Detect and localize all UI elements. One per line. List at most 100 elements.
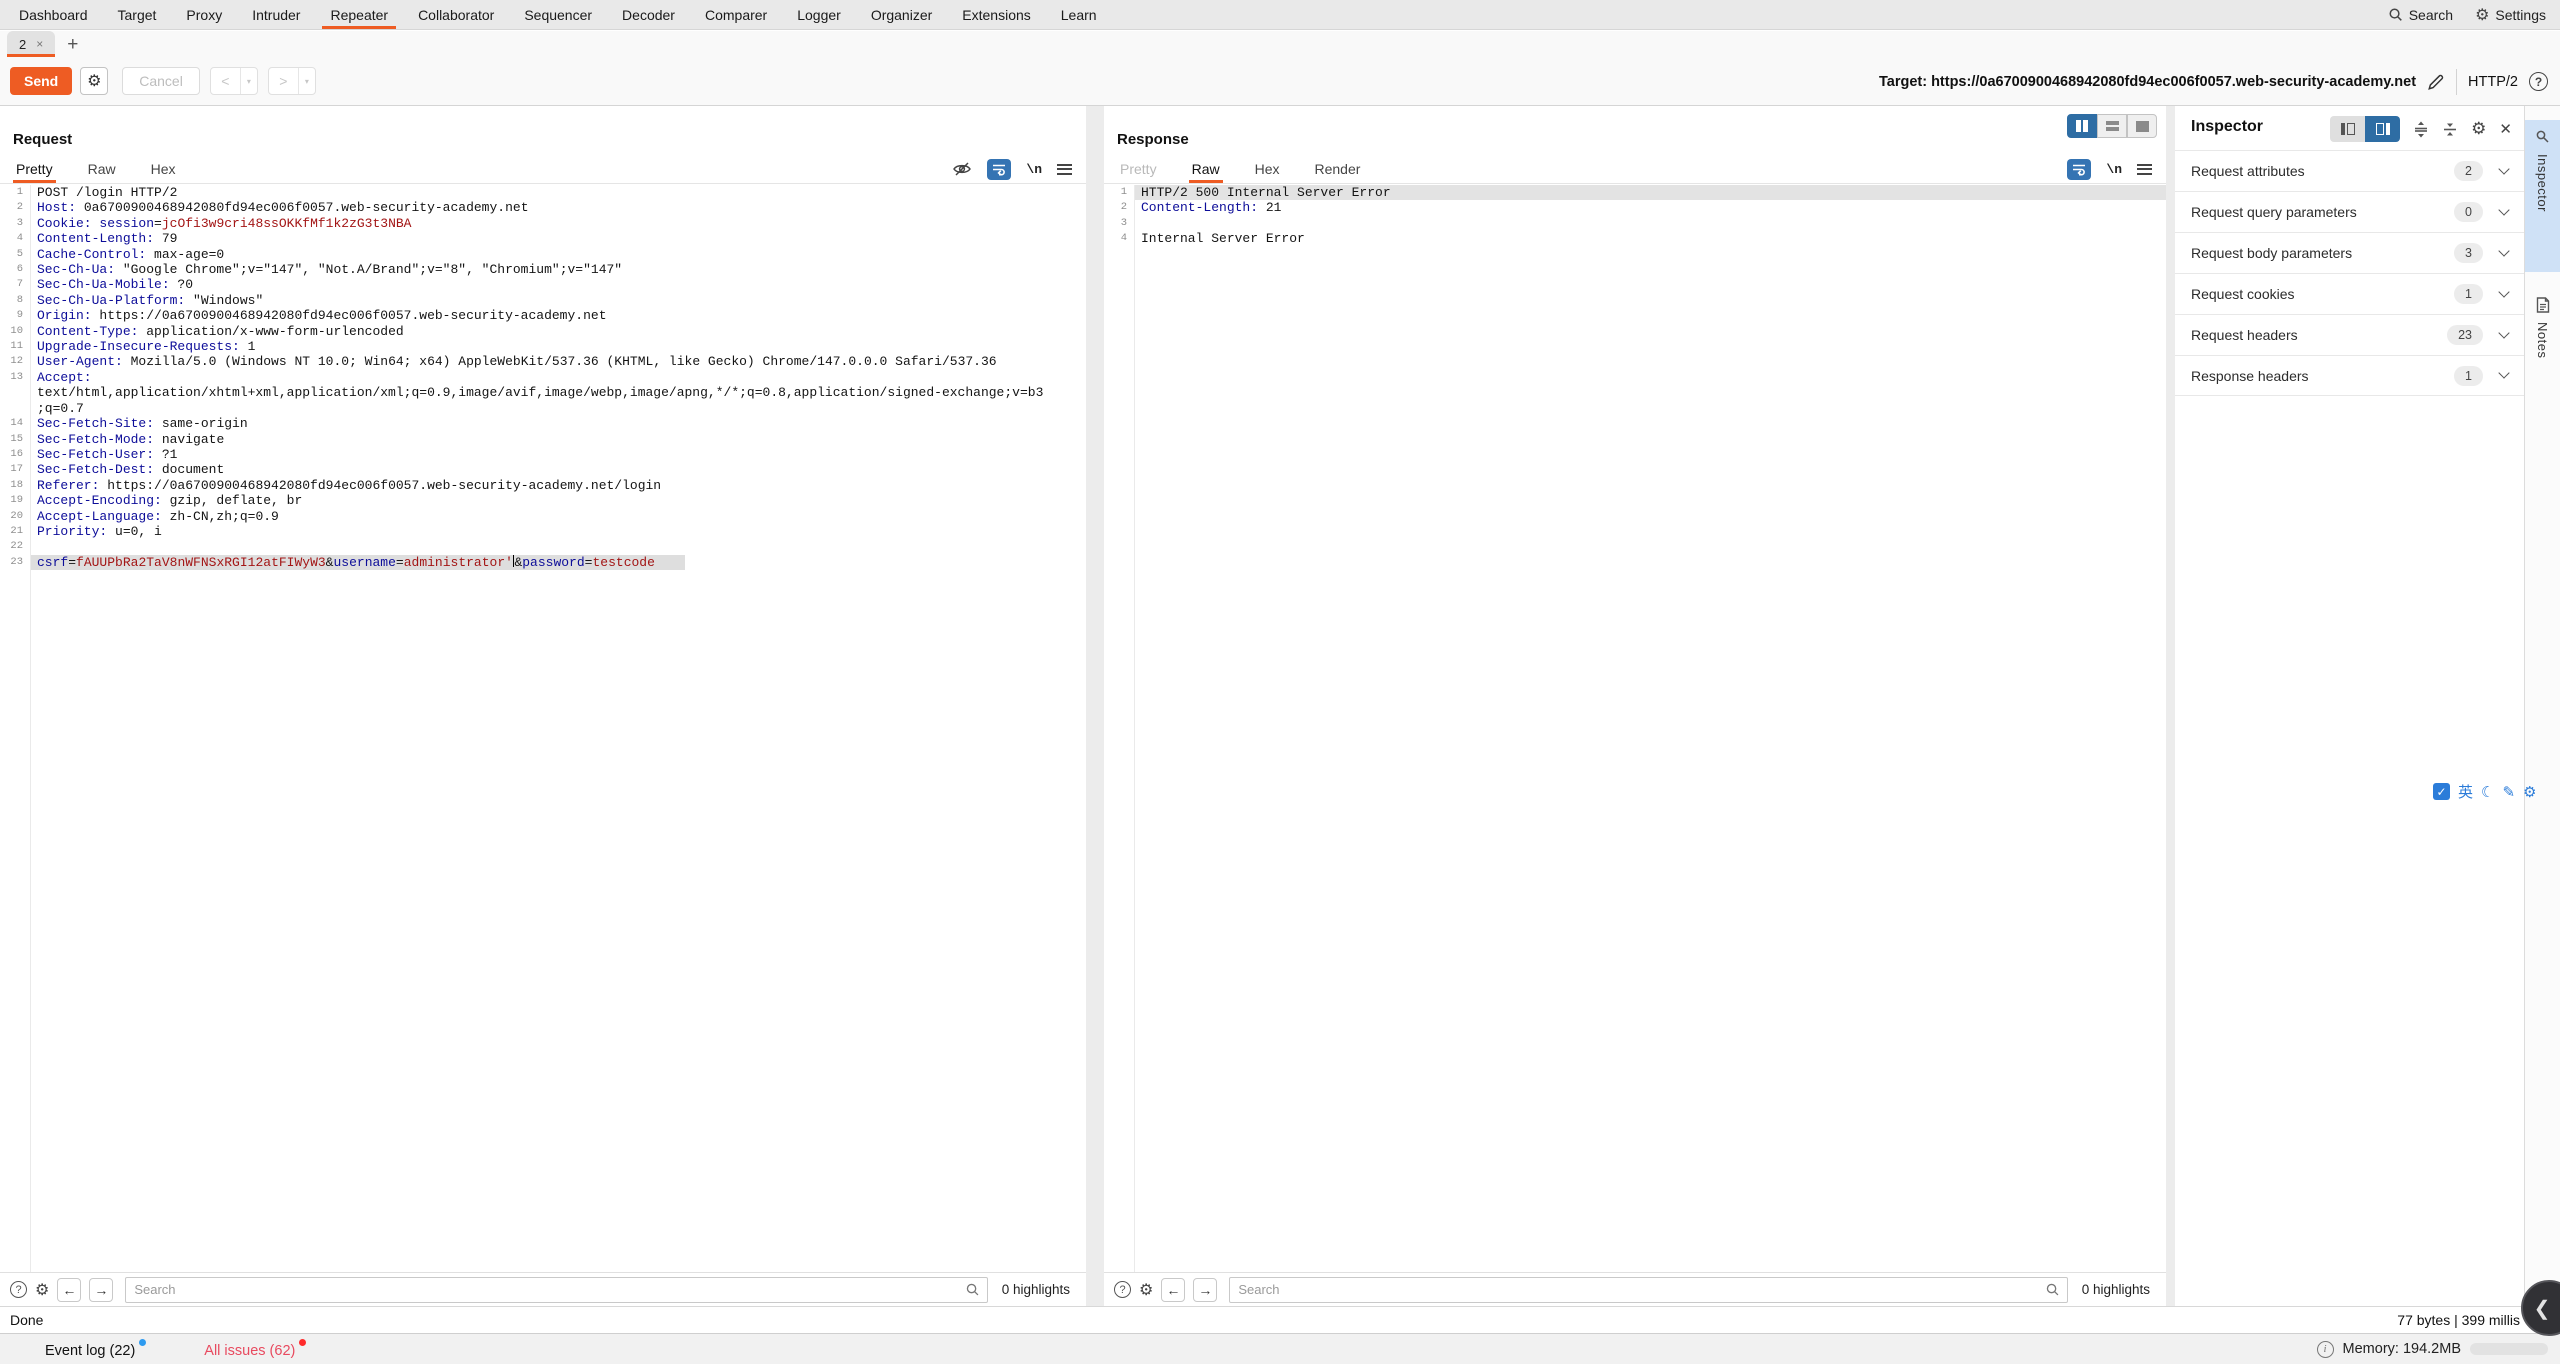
inspector-section-request-body-parameters[interactable]: Request body parameters 3 <box>2175 232 2524 273</box>
editor-line[interactable]: 1 POST /login HTTP/2 <box>0 185 1086 200</box>
inspector-section-response-headers[interactable]: Response headers 1 <box>2175 355 2524 396</box>
info-icon[interactable]: i <box>2316 1340 2334 1358</box>
send-settings-button[interactable]: ⚙ <box>80 67 109 95</box>
inspector-section-request-headers[interactable]: Request headers 23 <box>2175 314 2524 355</box>
search-help-icon[interactable]: ? <box>10 1281 27 1298</box>
search-next-button[interactable]: → <box>89 1277 114 1302</box>
forward-dropdown-icon[interactable]: ▾ <box>297 68 315 94</box>
event-log-link[interactable]: Event log (22) <box>45 1339 147 1359</box>
cancel-button[interactable]: Cancel <box>122 67 200 95</box>
tab-hex[interactable]: Hex <box>1252 155 1283 183</box>
ime-mode-icon[interactable]: ☾ <box>2481 783 2494 801</box>
menu-item-dashboard[interactable]: Dashboard <box>4 0 103 29</box>
ime-state-icon[interactable]: ✓ <box>2433 783 2450 800</box>
editor-line[interactable]: 11 Upgrade-Insecure-Requests: 1 <box>0 339 1086 354</box>
tab-render[interactable]: Render <box>1312 155 1364 183</box>
inspector-dock-right-button[interactable] <box>2365 116 2401 142</box>
word-wrap-toggle[interactable] <box>2067 158 2092 180</box>
menu-item-organizer[interactable]: Organizer <box>856 0 947 29</box>
tab-raw[interactable]: Raw <box>1188 155 1223 183</box>
search-settings-icon[interactable]: ⚙ <box>35 1280 49 1300</box>
editor-line[interactable]: 21 Priority: u=0, i <box>0 524 1086 539</box>
editor-menu-icon[interactable] <box>2137 163 2152 175</box>
editor-line[interactable]: 16 Sec-Fetch-User: ?1 <box>0 447 1086 462</box>
tab-pretty[interactable]: Pretty <box>1117 155 1160 183</box>
editor-line[interactable]: 17 Sec-Fetch-Dest: document <box>0 462 1086 477</box>
search-next-button[interactable]: → <box>1193 1277 1218 1302</box>
editor-line[interactable]: 6 Sec-Ch-Ua: "Google Chrome";v="147", "No… <box>0 262 1086 277</box>
menu-item-repeater[interactable]: Repeater <box>315 0 403 29</box>
editor-line[interactable]: text/html,application/xhtml+xml,applicat… <box>0 385 1086 400</box>
tab-raw[interactable]: Raw <box>85 155 119 183</box>
editor-line[interactable]: 8 Sec-Ch-Ua-Platform: "Windows" <box>0 293 1086 308</box>
drawer-tab-inspector[interactable]: Inspector <box>2525 120 2560 272</box>
inspector-section-request-query-parameters[interactable]: Request query parameters 0 <box>2175 191 2524 232</box>
inspector-dock-left-button[interactable] <box>2330 116 2366 142</box>
editor-line[interactable]: 7 Sec-Ch-Ua-Mobile: ?0 <box>0 277 1086 292</box>
panel-splitter[interactable] <box>1086 106 1104 1306</box>
collapse-all-icon[interactable] <box>2442 121 2458 138</box>
editor-line[interactable]: 12 User-Agent: Mozilla/5.0 (Windows NT 10… <box>0 354 1086 369</box>
editor-line[interactable]: 2 Content-Length: 21 <box>1104 200 2166 215</box>
inspector-close-icon[interactable]: ✕ <box>2499 120 2512 138</box>
session-tab-2[interactable]: 2 × <box>7 31 56 57</box>
editor-line[interactable]: 18 Referer: https://0a6700900468942080fd9… <box>0 478 1086 493</box>
panel-splitter[interactable] <box>2166 106 2175 1306</box>
menu-item-intruder[interactable]: Intruder <box>237 0 315 29</box>
editor-line[interactable]: 13 Accept: <box>0 370 1086 385</box>
editor-line[interactable]: 5 Cache-Control: max-age=0 <box>0 247 1086 262</box>
tab-pretty[interactable]: Pretty <box>13 155 56 183</box>
ime-settings-icon[interactable]: ⚙ <box>2523 783 2536 801</box>
hide-nonprinting-icon[interactable] <box>952 161 972 177</box>
tab-hex[interactable]: Hex <box>148 155 179 183</box>
all-issues-link[interactable]: All issues (62) <box>204 1339 307 1359</box>
protocol-label[interactable]: HTTP/2 <box>2468 74 2518 90</box>
editor-line[interactable]: 1 HTTP/2 500 Internal Server Error <box>1104 185 2166 201</box>
search-prev-button[interactable]: ← <box>57 1277 82 1302</box>
inspector-section-request-cookies[interactable]: Request cookies 1 <box>2175 273 2524 314</box>
expand-all-icon[interactable] <box>2413 121 2429 138</box>
history-back-button[interactable]: < ▾ <box>209 67 258 95</box>
editor-line[interactable]: 14 Sec-Fetch-Site: same-origin <box>0 416 1086 431</box>
editor-line[interactable]: 9 Origin: https://0a6700900468942080fd94e… <box>0 308 1086 323</box>
edit-pencil-icon[interactable] <box>2427 73 2445 91</box>
menu-item-collaborator[interactable]: Collaborator <box>403 0 509 29</box>
editor-line[interactable]: 10 Content-Type: application/x-www-form-u… <box>0 324 1086 339</box>
menu-item-proxy[interactable]: Proxy <box>171 0 237 29</box>
menu-item-learn[interactable]: Learn <box>1046 0 1112 29</box>
editor-line[interactable]: 23 csrf=fAUUPbRa2TaV8nWFNSxRGI12atFIWyW3&… <box>0 554 1086 571</box>
ime-pen-icon[interactable]: ✎ <box>2502 783 2515 801</box>
protocol-help-icon[interactable]: ? <box>2529 72 2548 91</box>
add-tab-button[interactable]: + <box>67 35 78 54</box>
editor-line[interactable]: 20 Accept-Language: zh-CN,zh;q=0.9 <box>0 509 1086 524</box>
layout-single-button[interactable] <box>2127 114 2157 138</box>
global-search-button[interactable]: Search <box>2388 7 2453 23</box>
editor-line[interactable]: 2 Host: 0a6700900468942080fd94ec006f0057.… <box>0 200 1086 215</box>
menu-item-sequencer[interactable]: Sequencer <box>509 0 607 29</box>
search-settings-icon[interactable]: ⚙ <box>1139 1280 1153 1300</box>
back-dropdown-icon[interactable]: ▾ <box>239 68 257 94</box>
editor-line[interactable]: ;q=0.7 <box>0 401 1086 416</box>
editor-line[interactable]: 15 Sec-Fetch-Mode: navigate <box>0 432 1086 447</box>
editor-line[interactable]: 19 Accept-Encoding: gzip, deflate, br <box>0 493 1086 508</box>
request-editor[interactable]: 1 POST /login HTTP/2 2 Host: 0a670090046894… <box>0 185 1086 1272</box>
close-tab-icon[interactable]: × <box>36 38 43 50</box>
word-wrap-toggle[interactable] <box>987 158 1012 180</box>
ime-language-icon[interactable]: 英 <box>2458 781 2473 802</box>
show-newlines-toggle[interactable]: \n <box>1026 162 1042 177</box>
drawer-tab-notes[interactable]: Notes <box>2525 288 2560 400</box>
editor-line[interactable]: 4 Content-Length: 79 <box>0 231 1086 246</box>
editor-line[interactable]: 3 <box>1104 216 2166 231</box>
layout-columns-button[interactable] <box>2067 114 2097 138</box>
layout-rows-button[interactable] <box>2097 114 2127 138</box>
editor-line[interactable]: 22 <box>0 539 1086 554</box>
send-button[interactable]: Send <box>10 67 73 95</box>
editor-line[interactable]: 4 Internal Server Error <box>1104 231 2166 246</box>
editor-line[interactable]: 3 Cookie: session=jcOfi3w9cri48ssOKKfMf1k… <box>0 216 1086 231</box>
editor-menu-icon[interactable] <box>1057 163 1072 175</box>
response-editor[interactable]: 1 HTTP/2 500 Internal Server Error 2 Conten… <box>1104 185 2166 1272</box>
menu-item-target[interactable]: Target <box>103 0 172 29</box>
menu-item-extensions[interactable]: Extensions <box>947 0 1045 29</box>
show-newlines-toggle[interactable]: \n <box>2106 162 2122 177</box>
menu-item-logger[interactable]: Logger <box>782 0 856 29</box>
